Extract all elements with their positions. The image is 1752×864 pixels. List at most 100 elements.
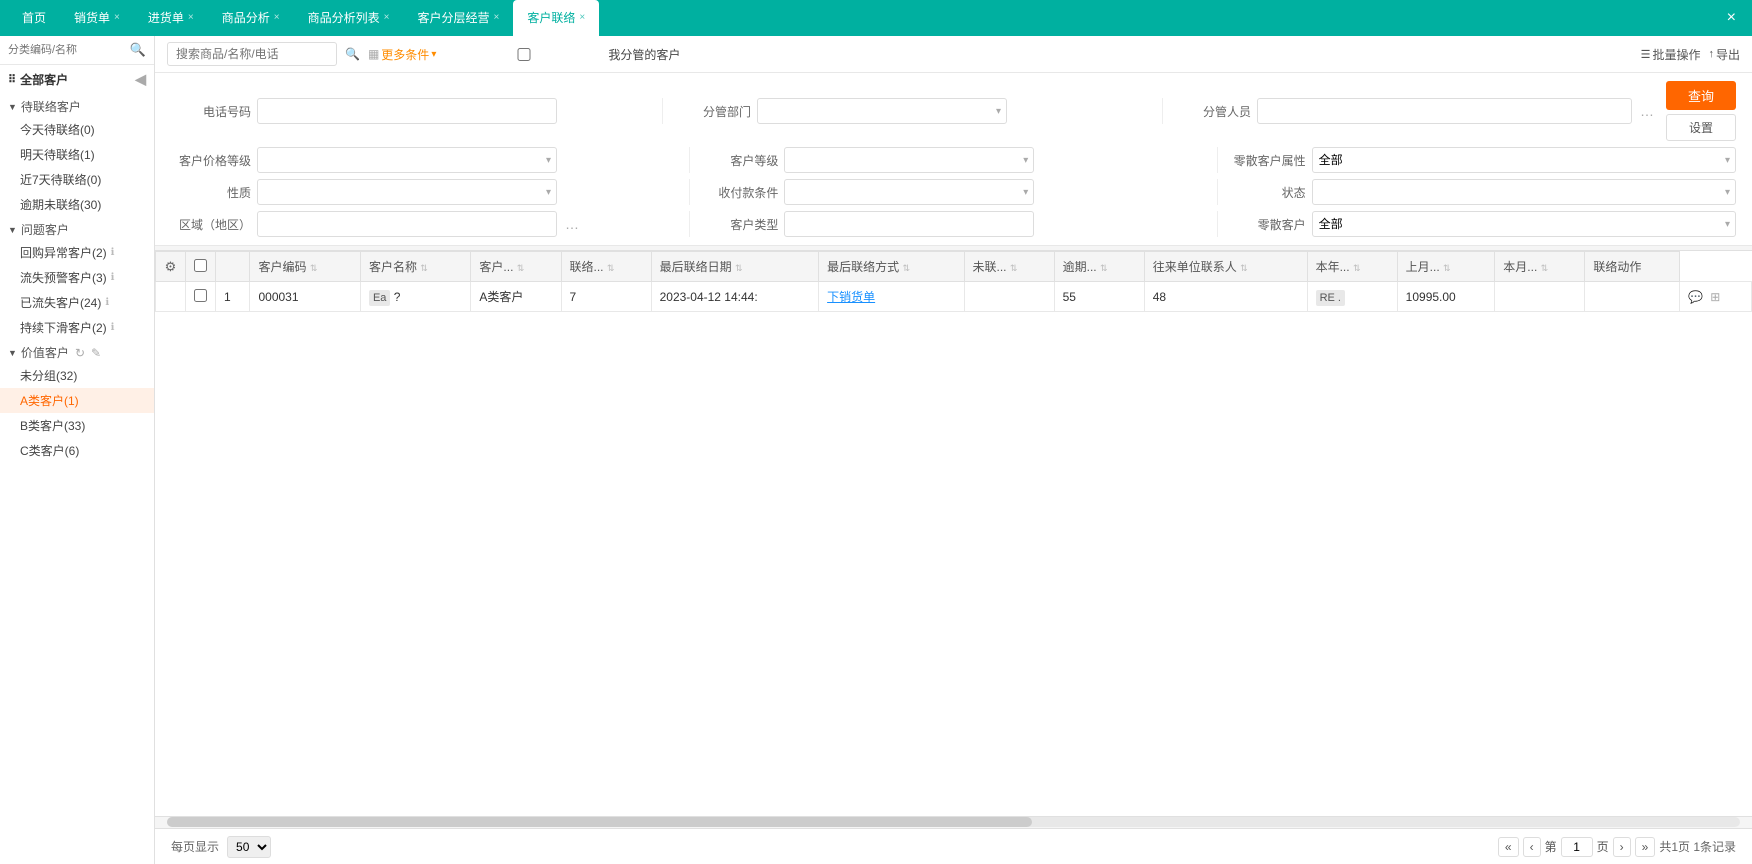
sort-company-contact-icon: ⇅ (1240, 263, 1248, 273)
filter-dept-select[interactable] (757, 98, 1007, 124)
sidebar-churned-info[interactable]: ℹ (105, 297, 109, 308)
prev-page-btn[interactable]: ‹ (1523, 837, 1541, 857)
th-select-all[interactable] (194, 259, 207, 272)
sidebar-b-class-label: B类客户(33) (20, 417, 85, 434)
filter-customer-type-input[interactable] (784, 211, 1034, 237)
nav-customer-tier[interactable]: 客户分层经营 × (403, 0, 513, 36)
sidebar-churn-warning-label: 流失预警客户(3) (20, 269, 107, 286)
query-btn[interactable]: 查询 (1666, 81, 1736, 110)
nav-customer-contact[interactable]: 客户联络 × (513, 0, 599, 36)
export-label: 导出 (1716, 46, 1740, 63)
scrollbar-row[interactable] (155, 816, 1752, 828)
my-customer-checkbox-wrap[interactable]: 我分管的客户 (444, 46, 680, 63)
sidebar-item-churn-warning[interactable]: 流失预警客户(3) ℹ (0, 265, 154, 290)
sidebar-item-today[interactable]: 今天待联络(0) (0, 117, 154, 142)
nav-sale[interactable]: 销货单 × (60, 0, 134, 36)
th-contact-count[interactable]: 联络... ⇅ (561, 252, 651, 282)
sidebar-value-refresh[interactable]: ↻ (75, 346, 85, 360)
action-chat-icon[interactable]: 💬 (1688, 290, 1703, 304)
sidebar-item-churned[interactable]: 已流失客户(24) ℹ (0, 290, 154, 315)
th-this-month[interactable]: 本月... ⇅ (1495, 252, 1585, 282)
th-customer-level[interactable]: 客户... ⇅ (471, 252, 561, 282)
search-input[interactable] (167, 42, 337, 66)
batch-op-btn[interactable]: ☰ 批量操作 (1641, 46, 1701, 63)
sidebar-item-a-class[interactable]: A类客户(1) (0, 388, 154, 413)
page-input[interactable] (1561, 837, 1593, 857)
sidebar-all-customers[interactable]: ⠿ 全部客户 ◀ (0, 65, 154, 94)
nav-customer-tier-close[interactable]: × (493, 0, 499, 36)
sidebar-search-icon[interactable]: 🔍 (130, 42, 146, 58)
nav-sale-close[interactable]: × (114, 0, 120, 36)
sidebar-declining-info[interactable]: ℹ (111, 322, 115, 333)
sidebar-item-week[interactable]: 近7天待联络(0) (0, 167, 154, 192)
td-last-contact-method[interactable]: 下销货单 (819, 282, 964, 312)
filter-customer-level-select[interactable] (784, 147, 1034, 173)
sidebar-item-repurchase[interactable]: 回购异常客户(2) ℹ (0, 240, 154, 265)
filter-phone-input[interactable] (257, 98, 557, 124)
nav-purchase[interactable]: 进货单 × (134, 0, 208, 36)
th-company-contact[interactable]: 往来单位联系人 ⇅ (1144, 252, 1307, 282)
next-page-btn[interactable]: › (1613, 837, 1631, 857)
nav-product-analysis-list-close[interactable]: × (384, 0, 390, 36)
sidebar-item-declining[interactable]: 持续下滑客户(2) ℹ (0, 315, 154, 340)
sidebar-collapse-btn[interactable]: ◀ (135, 71, 146, 88)
scrollbar-track (167, 817, 1740, 827)
th-gear[interactable]: ⚙ (156, 252, 186, 282)
sidebar-search-input[interactable] (8, 44, 126, 56)
filter-retail-attr-select[interactable]: 全部 (1312, 147, 1736, 173)
gear-icon[interactable]: ⚙ (165, 259, 177, 274)
last-contact-method-link[interactable]: 下销货单 (827, 290, 875, 304)
my-customer-checkbox[interactable] (444, 48, 604, 61)
setting-btn[interactable]: 设置 (1666, 114, 1736, 141)
first-page-btn[interactable]: « (1498, 837, 1519, 857)
nav-product-analysis[interactable]: 商品分析 × (208, 0, 294, 36)
filter-area-input[interactable] (257, 211, 557, 237)
last-page-btn[interactable]: » (1635, 837, 1656, 857)
filter-price-level-select[interactable] (257, 147, 557, 173)
th-unpaid[interactable]: 未联... ⇅ (964, 252, 1054, 282)
export-btn[interactable]: ↑ 导出 (1708, 46, 1740, 63)
sidebar-item-c-class[interactable]: C类客户(6) (0, 438, 154, 463)
sidebar-value-edit[interactable]: ✎ (91, 346, 101, 360)
sidebar-item-tomorrow[interactable]: 明天待联络(1) (0, 142, 154, 167)
td-checkbox[interactable] (186, 282, 216, 312)
action-qr-icon[interactable]: ⊞ (1710, 290, 1720, 304)
filter-retail-customer-select[interactable]: 全部 (1312, 211, 1736, 237)
th-last-contact-date[interactable]: 最后联络日期 ⇅ (651, 252, 819, 282)
filter-area-more[interactable]: … (565, 216, 579, 232)
sort-code-icon: ⇅ (310, 263, 318, 273)
nav-product-analysis-close[interactable]: × (274, 0, 280, 36)
th-code[interactable]: 客户编码 ⇅ (250, 252, 360, 282)
nav-product-analysis-list[interactable]: 商品分析列表 × (294, 0, 404, 36)
filter-nature-select[interactable] (257, 179, 557, 205)
filter-staff-more[interactable]: … (1640, 103, 1654, 119)
scrollbar-thumb[interactable] (167, 817, 1032, 827)
sidebar-item-overdue[interactable]: 逾期未联络(30) (0, 192, 154, 217)
sort-level-icon: ⇅ (517, 263, 525, 273)
nav-purchase-close[interactable]: × (188, 0, 194, 36)
sidebar-repurchase-info[interactable]: ℹ (111, 247, 115, 258)
th-overdue[interactable]: 逾期... ⇅ (1054, 252, 1144, 282)
filter-staff-input[interactable] (1257, 98, 1632, 124)
th-this-year[interactable]: 本年... ⇅ (1307, 252, 1397, 282)
sidebar-item-unclassified[interactable]: 未分组(32) (0, 363, 154, 388)
sidebar-churn-warning-info[interactable]: ℹ (111, 272, 115, 283)
th-last-month[interactable]: 上月... ⇅ (1397, 252, 1495, 282)
customer-table: ⚙ 客户编码 ⇅ 客户名称 ⇅ (155, 251, 1752, 312)
th-last-contact-method[interactable]: 最后联络方式 ⇅ (819, 252, 964, 282)
td-unpaid (964, 282, 1054, 312)
row-checkbox[interactable] (194, 289, 207, 302)
filter-customer-level-label: 客户等级 (698, 152, 778, 169)
filter-payment-select[interactable] (784, 179, 1034, 205)
th-name[interactable]: 客户名称 ⇅ (360, 252, 470, 282)
search-icon[interactable]: 🔍 (345, 47, 360, 61)
sidebar-item-b-class[interactable]: B类客户(33) (0, 413, 154, 438)
more-filter-btn[interactable]: ▦ 更多条件 ▾ (368, 46, 436, 63)
filter-retail-attr-label: 零散客户属性 (1226, 152, 1306, 169)
nav-close-all[interactable]: × (1719, 9, 1744, 27)
filter-status-select[interactable] (1312, 179, 1736, 205)
th-checkbox[interactable] (186, 252, 216, 282)
page-size-select[interactable]: 50 (227, 836, 271, 858)
nav-customer-contact-close[interactable]: × (579, 0, 585, 36)
nav-home[interactable]: 首页 (8, 0, 60, 36)
